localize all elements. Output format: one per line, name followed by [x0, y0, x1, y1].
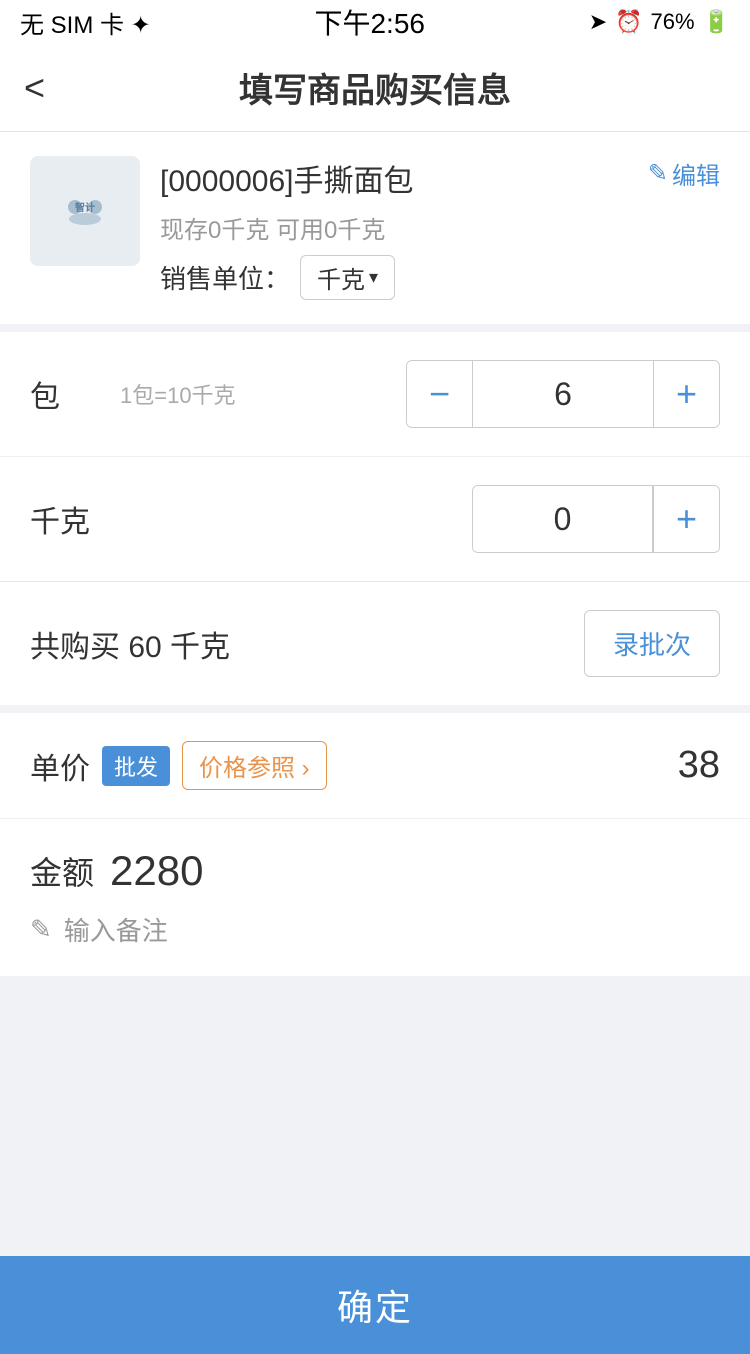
remark-row[interactable]: ✎ 输入备注 — [30, 911, 720, 948]
bag-quantity-input[interactable] — [473, 361, 653, 427]
spacer — [0, 976, 750, 1256]
product-unit: 销售单位： 千克 ▾ — [160, 255, 720, 300]
amount-value: 2280 — [110, 847, 203, 895]
product-name: [0000006]手撕面包 — [160, 156, 413, 200]
edit-icon: ✎ — [648, 159, 668, 188]
remark-icon: ✎ — [30, 914, 52, 945]
kg-quantity-input[interactable] — [473, 486, 653, 552]
amount-row: 金额 2280 — [30, 847, 720, 895]
bag-minus-button[interactable]: − — [407, 361, 473, 427]
price-value: 38 — [678, 744, 720, 787]
bag-quantity-controls: − + — [406, 360, 720, 428]
bag-quantity-row: 包 1包=10千克 − + — [0, 332, 750, 457]
signal-text: 无 SIM 卡 ✦ — [20, 5, 151, 40]
product-stock: 现存0千克 可用0千克 — [160, 210, 720, 245]
status-time: 下午2:56 — [314, 2, 425, 42]
dropdown-icon: ▾ — [369, 267, 378, 288]
battery-text: 76% — [651, 9, 695, 35]
unit-select[interactable]: 千克 ▾ — [300, 255, 395, 300]
product-info: [0000006]手撕面包 ✎ 编辑 现存0千克 可用0千克 销售单位： 千克 … — [160, 156, 720, 300]
price-ref-button[interactable]: 价格参照 › — [182, 741, 327, 790]
bag-hint: 1包=10千克 — [120, 378, 406, 410]
bag-label: 包 — [30, 372, 110, 416]
product-image: 智计 — [30, 156, 140, 266]
product-card: 智计 [0000006]手撕面包 ✎ 编辑 现存0千克 可用0千克 销售单位： … — [0, 132, 750, 332]
page-title: 填写商品购买信息 — [239, 63, 511, 112]
product-logo-icon: 智计 — [55, 181, 115, 241]
kg-label: 千克 — [30, 497, 110, 541]
price-tag: 批发 — [102, 746, 170, 786]
edit-button[interactable]: ✎ 编辑 — [648, 156, 720, 191]
kg-quantity-controls: + — [472, 485, 720, 553]
amount-label: 金额 — [30, 848, 94, 894]
back-button[interactable]: < — [24, 67, 45, 109]
total-label: 共购买 60 千克 — [30, 622, 230, 666]
batch-button[interactable]: 录批次 — [584, 610, 720, 677]
price-label: 单价 — [30, 744, 90, 788]
battery-icon: 🔋 — [703, 9, 730, 35]
kg-plus-button[interactable]: + — [653, 486, 719, 552]
status-right: ➤ ⏰ 76% 🔋 — [589, 9, 730, 35]
bag-plus-button[interactable]: + — [653, 361, 719, 427]
amount-section: 金额 2280 ✎ 输入备注 — [0, 819, 750, 976]
location-icon: ➤ — [589, 9, 607, 35]
svg-text:智计: 智计 — [75, 201, 95, 214]
total-row: 共购买 60 千克 录批次 — [0, 582, 750, 713]
nav-bar: < 填写商品购买信息 — [0, 44, 750, 132]
quantity-section: 包 1包=10千克 − + 千克 + — [0, 332, 750, 582]
kg-quantity-row: 千克 + — [0, 457, 750, 581]
remark-label: 输入备注 — [64, 911, 168, 948]
confirm-button[interactable]: 确定 — [0, 1256, 750, 1354]
status-left: 无 SIM 卡 ✦ — [20, 5, 151, 40]
alarm-icon: ⏰ — [615, 9, 642, 35]
price-section: 单价 批发 价格参照 › 38 — [0, 713, 750, 819]
status-bar: 无 SIM 卡 ✦ 下午2:56 ➤ ⏰ 76% 🔋 — [0, 0, 750, 44]
